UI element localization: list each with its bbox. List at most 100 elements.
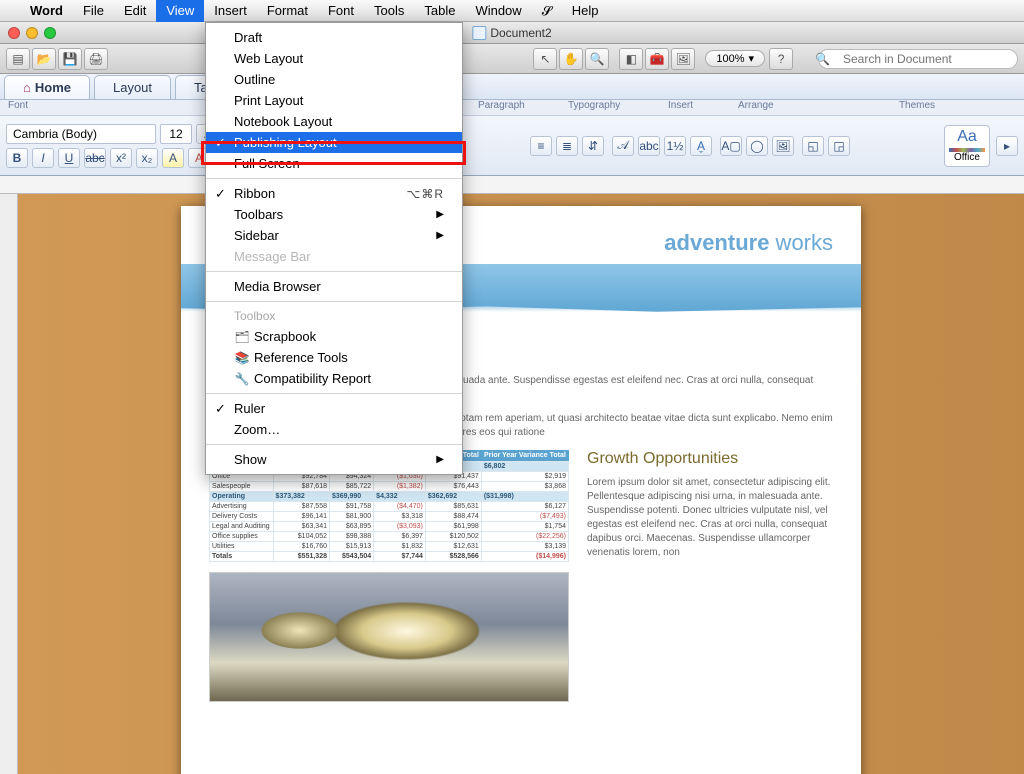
table-row: Salespeople$87,618$85,722($1,382)$76,443… xyxy=(210,482,569,492)
italic-button[interactable]: I xyxy=(32,148,54,168)
mi-message-bar: Message Bar xyxy=(206,246,462,267)
help-button[interactable]: ? xyxy=(769,48,793,70)
search-input[interactable] xyxy=(818,49,1018,69)
strike-button[interactable]: abc xyxy=(84,148,106,168)
label-arrange: Arrange xyxy=(730,100,810,115)
zoom-tool-button[interactable]: 🔍 xyxy=(585,48,609,70)
mi-toolbars-label: Toolbars xyxy=(234,207,283,222)
mi-ribbon[interactable]: ✓Ribbon⌥⌘R xyxy=(206,183,462,204)
media-browser-button[interactable]: 🖼 xyxy=(671,48,695,70)
mac-menubar: Word File Edit View Insert Format Font T… xyxy=(0,0,1024,22)
mi-ruler-label: Ruler xyxy=(234,401,265,416)
table-totals-row: Totals$551,328$543,504$7,744$528,566($14… xyxy=(210,552,569,562)
subscript-button[interactable]: x₂ xyxy=(136,148,158,168)
mi-print-layout[interactable]: Print Layout xyxy=(206,90,462,111)
mi-publishing-label: Publishing Layout xyxy=(234,135,337,150)
insert-picture-button[interactable]: 🖼 xyxy=(772,136,794,156)
workspace: adventure works ure adipiscing elit. Pel… xyxy=(0,194,1024,774)
menu-insert[interactable]: Insert xyxy=(204,0,257,22)
mi-reference-tools[interactable]: 📚Reference Tools xyxy=(206,347,462,368)
label-font: Font xyxy=(0,100,200,115)
check-icon: ✓ xyxy=(215,186,226,202)
underline-button[interactable]: U xyxy=(58,148,80,168)
menu-separator xyxy=(206,271,462,272)
minimize-window-button[interactable] xyxy=(26,27,38,39)
menu-format[interactable]: Format xyxy=(257,0,318,22)
mi-show[interactable]: Show▶ xyxy=(206,449,462,470)
hand-tool-button[interactable]: ✋ xyxy=(559,48,583,70)
mi-sidebar[interactable]: Sidebar▶ xyxy=(206,225,462,246)
align-center-button[interactable]: ≣ xyxy=(556,136,578,156)
mi-ruler[interactable]: ✓ Ruler xyxy=(206,398,462,419)
print-button[interactable]: 🖨 xyxy=(84,48,108,70)
menu-font[interactable]: Font xyxy=(318,0,364,22)
stylistic-set-button[interactable]: A̬ xyxy=(690,136,712,156)
open-button[interactable]: 📂 xyxy=(32,48,56,70)
mi-full-screen[interactable]: Full Screen xyxy=(206,153,462,174)
app-name[interactable]: Word xyxy=(20,0,73,22)
font-name-field[interactable]: Cambria (Body) xyxy=(6,124,156,144)
font-size-field[interactable]: 12 xyxy=(160,124,192,144)
document-icon xyxy=(472,26,486,40)
mi-compatibility-report[interactable]: 🔧Compatibility Report xyxy=(206,368,462,389)
align-left-button[interactable]: ≡ xyxy=(530,136,552,156)
mi-publishing-layout[interactable]: ✓ Publishing Layout xyxy=(206,132,462,153)
submenu-arrow-icon: ▶ xyxy=(436,209,444,220)
mi-draft[interactable]: Draft xyxy=(206,27,462,48)
typography-script-button[interactable]: 𝒜 xyxy=(612,136,634,156)
menu-window[interactable]: Window xyxy=(465,0,531,22)
insert-shape-button[interactable]: ◯ xyxy=(746,136,768,156)
toolbox-button[interactable]: 🧰 xyxy=(645,48,669,70)
mi-sidebar-label: Sidebar xyxy=(234,228,279,243)
menu-table[interactable]: Table xyxy=(414,0,465,22)
table-row: Advertising$87,558$91,758($4,470)$85,631… xyxy=(210,502,569,512)
bold-button[interactable]: B xyxy=(6,148,28,168)
mi-zoom[interactable]: Zoom… xyxy=(206,419,462,440)
menu-view[interactable]: View xyxy=(156,0,204,22)
menu-edit[interactable]: Edit xyxy=(114,0,156,22)
mi-show-label: Show xyxy=(234,452,267,467)
tab-layout[interactable]: Layout xyxy=(94,75,171,99)
menu-separator xyxy=(206,178,462,179)
sidebar-toggle-button[interactable]: ◧ xyxy=(619,48,643,70)
horizontal-ruler[interactable] xyxy=(0,176,1024,194)
superscript-button[interactable]: x² xyxy=(110,148,132,168)
mi-notebook-layout[interactable]: Notebook Layout xyxy=(206,111,462,132)
mi-web-layout[interactable]: Web Layout xyxy=(206,48,462,69)
view-menu: Draft Web Layout Outline Print Layout No… xyxy=(205,22,463,475)
zoom-window-button[interactable] xyxy=(44,27,56,39)
theme-office[interactable]: Aa Office xyxy=(944,125,990,167)
mi-media-browser[interactable]: Media Browser xyxy=(206,276,462,297)
insert-text-box-button[interactable]: A▢ xyxy=(720,136,742,156)
menu-script-icon[interactable]: 𝓢 xyxy=(532,0,562,22)
themes-more-button[interactable]: ▸ xyxy=(996,136,1018,156)
arrange-back-button[interactable]: ◲ xyxy=(828,136,850,156)
tab-home[interactable]: ⌂Home xyxy=(4,75,90,99)
table-row: Office supplies$104,052$98,388$6,397$120… xyxy=(210,532,569,542)
highlight-button[interactable]: A xyxy=(162,148,184,168)
document-canvas[interactable]: adventure works ure adipiscing elit. Pel… xyxy=(18,194,1024,774)
mi-toolbars[interactable]: Toolbars ▶ xyxy=(206,204,462,225)
mi-scrapbook[interactable]: 🗂Scrapbook xyxy=(206,326,462,347)
selection-tool-button[interactable]: ↖ xyxy=(533,48,557,70)
line-spacing-button[interactable]: ⇵ xyxy=(582,136,604,156)
arrange-front-button[interactable]: ◱ xyxy=(802,136,824,156)
menu-tools[interactable]: Tools xyxy=(364,0,414,22)
document-title-text: Document2 xyxy=(490,26,551,40)
close-window-button[interactable] xyxy=(8,27,20,39)
vertical-ruler[interactable] xyxy=(0,194,18,774)
traffic-lights xyxy=(0,27,56,39)
menu-help[interactable]: Help xyxy=(562,0,609,22)
zoom-selector[interactable]: 100%▾ xyxy=(705,50,765,67)
mi-outline[interactable]: Outline xyxy=(206,69,462,90)
table-row: Operating$373,382$369,990$4,332$362,692(… xyxy=(210,492,569,502)
new-doc-button[interactable]: ▤ xyxy=(6,48,30,70)
table-row: Utilities$16,760$15,913$1,832$12,631$3,1… xyxy=(210,542,569,552)
save-button[interactable]: 💾 xyxy=(58,48,82,70)
check-icon: ✓ xyxy=(215,401,226,417)
abc-case-button[interactable]: abc xyxy=(638,136,660,156)
check-icon: ✓ xyxy=(215,135,226,151)
standard-toolbar: ▤ 📂 💾 🖨 ↖ ✋ 🔍 ◧ 🧰 🖼 100%▾ ? 🔍 xyxy=(0,44,1024,74)
line-spacing-value[interactable]: 1½ xyxy=(664,136,686,156)
menu-file[interactable]: File xyxy=(73,0,114,22)
